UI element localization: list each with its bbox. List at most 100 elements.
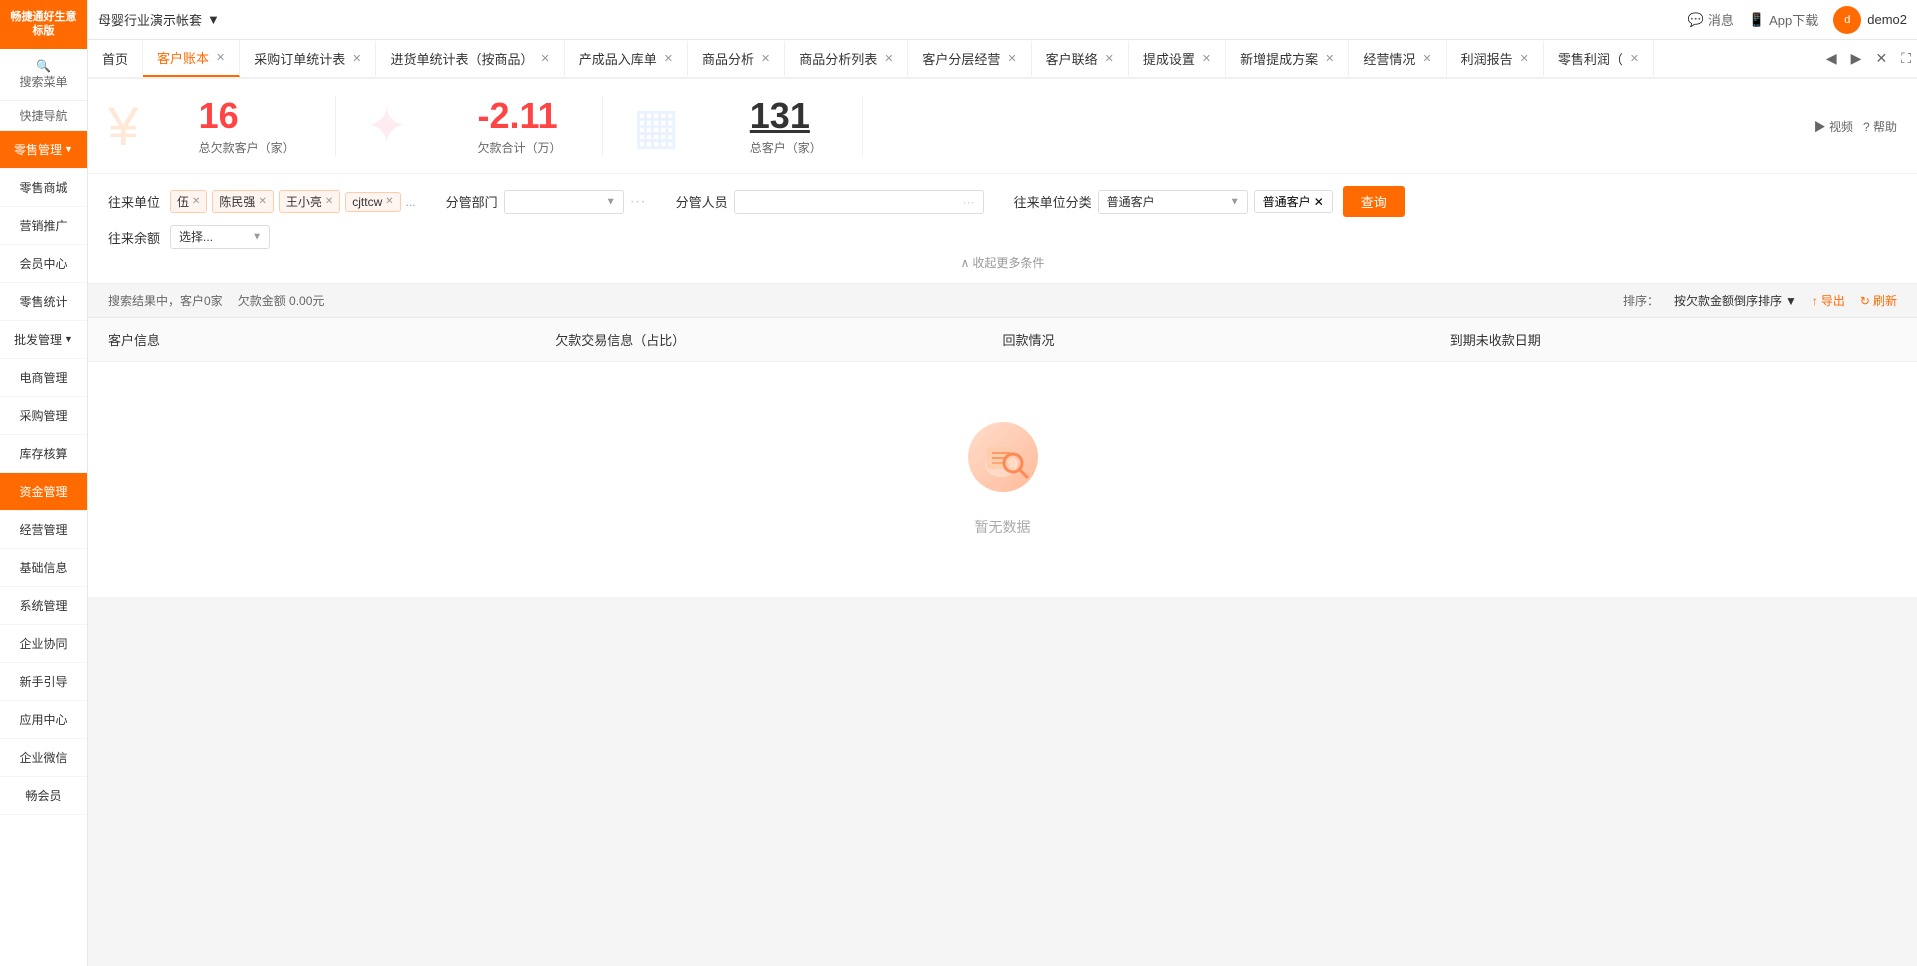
sidebar-item-wechat[interactable]: 企业微信 (0, 739, 87, 777)
app-download-btn[interactable]: 📱 App下载 (1749, 10, 1818, 29)
tag-remove-icon[interactable]: ✕ (385, 196, 393, 207)
sidebar-item-label: 采购管理 (19, 409, 67, 423)
refresh-btn[interactable]: ↻ 刷新 (1860, 292, 1897, 309)
sidebar-item-new-guide[interactable]: 新手引导 (0, 663, 87, 701)
filter-more-btn[interactable]: ... (406, 195, 416, 209)
close-icon[interactable]: ✕ (352, 52, 361, 65)
sidebar-item-member[interactable]: 会员中心 (0, 245, 87, 283)
export-btn[interactable]: ↑ 导出 (1812, 292, 1845, 309)
sidebar-item-wholesale[interactable]: 批发管理 ▼ (0, 321, 87, 359)
tab-prev-btn[interactable]: ◀ (1820, 42, 1843, 75)
category-tag[interactable]: 普通客户 ✕ (1254, 190, 1333, 213)
stat-icon-building: ▦ (633, 97, 680, 155)
sidebar-item-operation[interactable]: 经营管理 (0, 511, 87, 549)
category-tag-remove-icon[interactable]: ✕ (1314, 195, 1324, 209)
collapse-btn[interactable]: ∧ 收起更多条件 (108, 254, 1897, 271)
search-result-text: 搜索结果中，客户0家 (108, 292, 223, 309)
sidebar-item-purchase[interactable]: 采购管理 (0, 397, 87, 435)
filter-tag-chen[interactable]: 陈民强 ✕ (212, 190, 273, 213)
close-icon[interactable]: ✕ (1105, 52, 1114, 65)
sidebar-item-system[interactable]: 系统管理 (0, 587, 87, 625)
tab-customer-account[interactable]: 客户账本 ✕ (143, 40, 240, 77)
sidebar-item-marketing[interactable]: 营销推广 (0, 207, 87, 245)
people-more-icon[interactable]: ··· (963, 195, 975, 209)
balance-select-wrap: 选择... (170, 225, 270, 249)
close-icon[interactable]: ✕ (1520, 52, 1529, 65)
sidebar-item-enterprise[interactable]: 企业协同 (0, 625, 87, 663)
close-icon[interactable]: ✕ (541, 52, 550, 65)
tab-new-increase[interactable]: 新增提成方案 ✕ (1226, 41, 1349, 76)
tab-produce-inbound[interactable]: 产成品入库单 ✕ (565, 41, 688, 76)
account-selector[interactable]: 母婴行业演示帐套 ▼ (98, 10, 220, 29)
tab-close-all-btn[interactable]: ✕ (1869, 42, 1893, 75)
tab-fullscreen-btn[interactable]: ⛶ (1895, 42, 1917, 75)
tab-inbound-stats[interactable]: 进货单统计表（按商品） ✕ (376, 41, 564, 76)
query-button[interactable]: 查询 (1343, 186, 1405, 217)
tab-goods-analysis-list[interactable]: 商品分析列表 ✕ (785, 41, 908, 76)
video-help-btn[interactable]: ▶ 视频 (1814, 118, 1853, 135)
collapse-label: 收起更多条件 (972, 254, 1044, 271)
filter-area: 往来单位 伍 ✕ 陈民强 ✕ 王小亮 ✕ cjttcw (88, 174, 1917, 284)
close-icon[interactable]: ✕ (1202, 52, 1211, 65)
sidebar-item-label: 会员中心 (19, 257, 67, 271)
sidebar-item-retail-mall[interactable]: 零售商城 (0, 169, 87, 207)
tab-operation-status[interactable]: 经营情况 ✕ (1349, 41, 1446, 76)
tab-home[interactable]: 首页 (88, 41, 143, 76)
tag-remove-icon[interactable]: ✕ (258, 196, 266, 207)
tab-customer-contact[interactable]: 客户联络 ✕ (1032, 41, 1129, 76)
close-icon[interactable]: ✕ (1007, 52, 1016, 65)
people-input[interactable]: ··· (734, 190, 984, 214)
logo[interactable]: 畅捷通好生意 标版 (0, 0, 87, 49)
tab-customer-tier[interactable]: 客户分层经营 ✕ (908, 41, 1031, 76)
tab-goods-analysis[interactable]: 商品分析 ✕ (688, 41, 785, 76)
sidebar-item-ecommerce[interactable]: 电商管理 (0, 359, 87, 397)
tab-label: 客户账本 (157, 48, 209, 67)
sidebar-item-label: 畅会员 (25, 789, 61, 803)
sidebar-item-inventory[interactable]: 库存核算 (0, 435, 87, 473)
close-icon[interactable]: ✕ (1422, 52, 1431, 65)
filter-tag-cjttcw[interactable]: cjttcw ✕ (345, 192, 400, 212)
close-icon[interactable]: ✕ (1325, 52, 1334, 65)
message-btn[interactable]: 💬 消息 (1688, 10, 1734, 29)
tag-remove-icon[interactable]: ✕ (325, 196, 333, 207)
dropdown-icon: ▼ (207, 12, 220, 27)
close-icon[interactable]: ✕ (1630, 52, 1639, 65)
close-icon[interactable]: ✕ (664, 52, 673, 65)
category-select[interactable]: 普通客户 (1098, 190, 1248, 214)
tab-remind-settings[interactable]: 提成设置 ✕ (1129, 41, 1226, 76)
sidebar-item-finance[interactable]: 资金管理 (0, 473, 87, 511)
tab-profit-report[interactable]: 利润报告 ✕ (1447, 41, 1544, 76)
sort-select[interactable]: 按欠款金额倒序排序 ▼ (1674, 292, 1797, 309)
tab-label: 商品分析 (702, 49, 754, 68)
tab-retail-profit[interactable]: 零售利润（ ✕ (1544, 41, 1654, 76)
stat-total-debt-customers: 16 总欠款客户（家） (159, 96, 336, 157)
sidebar-item-label: 零售管理 (14, 141, 62, 158)
message-icon: 💬 (1688, 12, 1704, 28)
close-icon[interactable]: ✕ (216, 51, 225, 64)
header-right: 💬 消息 📱 App下载 d demo2 (1688, 6, 1907, 34)
sidebar-item-quick-nav[interactable]: 快捷导航 (0, 101, 87, 131)
user-area[interactable]: d demo2 (1833, 6, 1907, 34)
sidebar-item-label: 营销推广 (19, 219, 67, 233)
close-icon[interactable]: ✕ (884, 52, 893, 65)
dept-clear-icon[interactable]: ··· (630, 193, 646, 211)
result-bar-left: 搜索结果中，客户0家 欠款金额 0.00元 (108, 292, 324, 309)
filter-tag-wu[interactable]: 伍 ✕ (170, 190, 207, 213)
tag-remove-icon[interactable]: ✕ (192, 196, 200, 207)
dept-select[interactable] (504, 190, 624, 214)
sidebar-item-basic-info[interactable]: 基础信息 (0, 549, 87, 587)
stats-bar: ¥ 16 总欠款客户（家） ✦ -2.11 欠款合计（万） ▦ 131 总客户（… (88, 79, 1917, 174)
sidebar-item-retail[interactable]: 零售管理 ▼ (0, 131, 87, 169)
sidebar-item-search[interactable]: 🔍 搜索菜单 (0, 49, 87, 101)
help-btn[interactable]: ? 帮助 (1863, 118, 1897, 135)
dept-select-wrap (504, 190, 624, 214)
filter-tag-wang[interactable]: 王小亮 ✕ (279, 190, 340, 213)
sidebar-item-member2[interactable]: 畅会员 (0, 777, 87, 815)
balance-select[interactable]: 选择... (170, 225, 270, 249)
sidebar-item-retail-stats[interactable]: 零售统计 (0, 283, 87, 321)
close-icon[interactable]: ✕ (761, 52, 770, 65)
tab-next-btn[interactable]: ▶ (1845, 42, 1868, 75)
sidebar-item-app-center[interactable]: 应用中心 (0, 701, 87, 739)
tab-purchase-order[interactable]: 采购订单统计表 ✕ (240, 41, 376, 76)
tab-label: 采购订单统计表 (254, 49, 345, 68)
